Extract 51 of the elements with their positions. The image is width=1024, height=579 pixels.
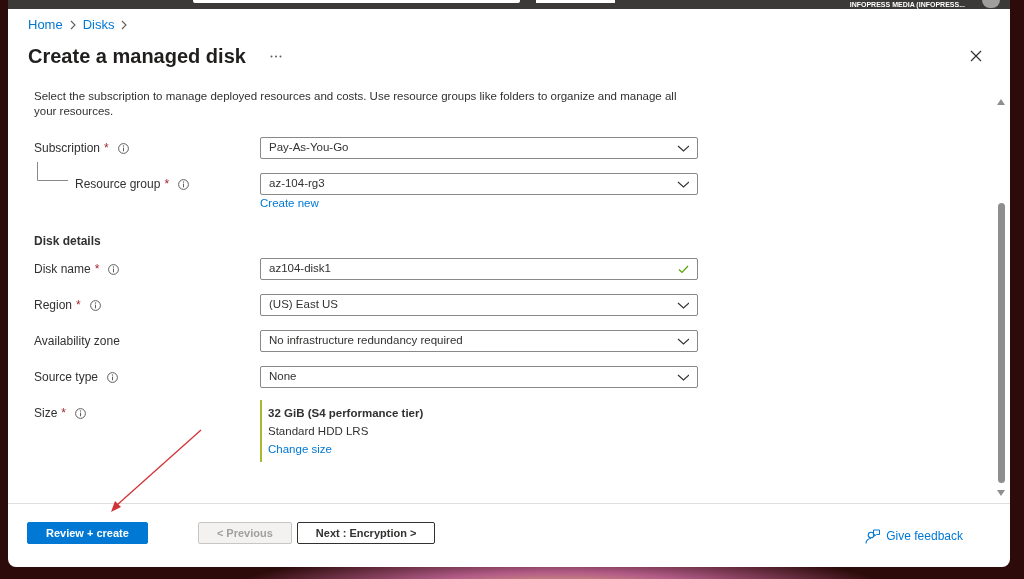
chevron-down-icon [677, 337, 689, 345]
chevron-down-icon [677, 180, 689, 188]
info-icon[interactable] [89, 300, 101, 311]
field-label: Size [34, 405, 58, 422]
field-label: Resource group [75, 176, 161, 193]
feedback-icon [865, 528, 881, 544]
required-mark: * [76, 297, 81, 314]
create-new-link[interactable]: Create new [260, 197, 319, 209]
breadcrumb-link[interactable]: Home [28, 17, 63, 33]
required-mark: * [164, 176, 170, 193]
breadcrumb-link[interactable]: Disks [82, 17, 115, 33]
chevron-icon [121, 20, 128, 30]
page-title: Create a managed disk [28, 44, 246, 69]
info-icon[interactable] [75, 408, 86, 419]
required-mark: * [104, 140, 109, 157]
field-label: Availability zone [34, 333, 120, 350]
info-icon[interactable] [117, 143, 129, 154]
avatar-icon[interactable] [982, 0, 1000, 8]
chevron-down-icon [677, 373, 689, 381]
field-label: Disk name [34, 261, 91, 278]
select-dropdown[interactable]: No infrastructure redundancy required [260, 330, 698, 352]
field-label: Subscription [34, 140, 101, 157]
field-label: Source type [34, 369, 99, 386]
wizard-nav-button[interactable]: Next : Encryption > [296, 522, 436, 544]
select-dropdown[interactable]: Pay-As-You-Go [260, 137, 698, 159]
select-dropdown[interactable]: az-104-rg3 [260, 173, 698, 195]
search-field[interactable] [193, 0, 520, 3]
text-input[interactable]: az104-disk1 [260, 258, 698, 280]
scroll-up-arrow-icon[interactable] [997, 99, 1005, 105]
give-feedback-link[interactable]: Give feedback [865, 527, 963, 545]
info-icon[interactable] [178, 179, 190, 190]
size-detail: Standard HDD LRS [268, 424, 370, 439]
scrollbar-thumb[interactable] [997, 203, 1005, 483]
review-create-button[interactable]: Review + create [27, 522, 148, 544]
chevron-icon [69, 20, 76, 30]
section-description: Select the subscription to manage deployed resources and costs. Use resource groups like folders to organize and manage all your resources. [34, 89, 678, 119]
section-heading: Disk details [34, 233, 102, 249]
more-options-icon[interactable] [269, 54, 282, 58]
required-mark: * [61, 405, 66, 422]
close-icon[interactable] [970, 50, 982, 62]
required-mark: * [94, 261, 100, 278]
size-value: 32 GiB (S4 performance tier) [268, 406, 424, 421]
chevron-down-icon [677, 301, 689, 309]
info-icon[interactable] [108, 264, 120, 275]
field-label: Region [34, 297, 73, 314]
change-size-link[interactable]: Change size [268, 443, 332, 455]
info-icon[interactable] [107, 372, 119, 383]
select-dropdown[interactable]: None [260, 366, 698, 388]
chevron-down-icon [677, 144, 689, 152]
scroll-down-arrow-icon[interactable] [997, 490, 1005, 496]
select-dropdown[interactable]: (US) East US [260, 294, 698, 316]
